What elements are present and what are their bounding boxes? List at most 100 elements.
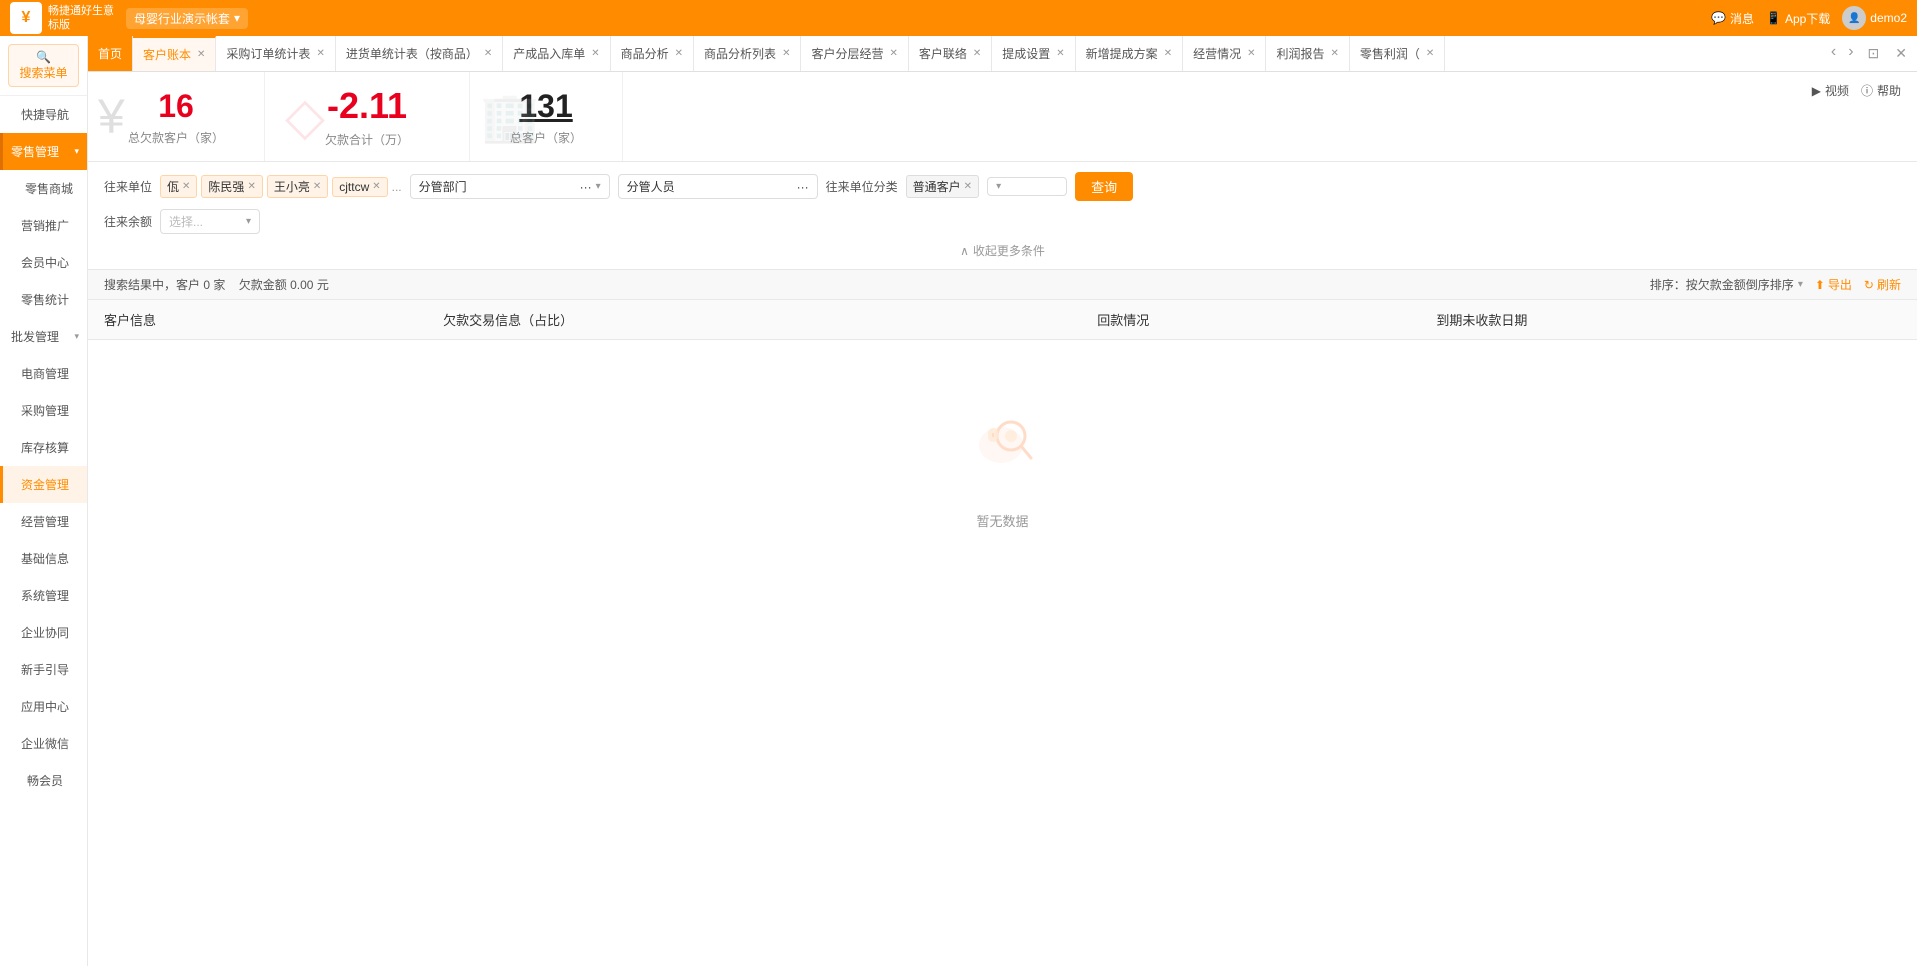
search-menu-label: 搜索菜单 — [14, 64, 73, 81]
sidebar-item-operations[interactable]: 经营管理 — [0, 503, 87, 540]
tab-window-controls: ‹ › ⊡ ✕ — [1827, 43, 1917, 64]
sidebar-item-membership[interactable]: 会员中心 — [0, 244, 87, 281]
filter-branch-dept[interactable]: 分管部门 ··· ▾ — [410, 174, 610, 199]
message-icon: 💬 — [1711, 11, 1726, 25]
tab-close-customer-contact[interactable]: ✕ — [973, 48, 981, 59]
chevron-remaining: ▾ — [246, 216, 251, 227]
stat-icon-yuan: ¥ — [98, 89, 125, 144]
tab-scroll-left[interactable]: ‹ — [1827, 43, 1840, 64]
tab-promotion-settings[interactable]: 提成设置 ✕ — [992, 36, 1075, 71]
tab-purchase-stats[interactable]: 进货单统计表（按商品） ✕ — [336, 36, 503, 71]
filter-dept-more: ··· — [580, 180, 592, 194]
sidebar-item-purchase[interactable]: 采购管理 — [0, 392, 87, 429]
window-restore-btn[interactable]: ⊡ — [1862, 43, 1886, 64]
filter-branch-person[interactable]: 分管人员 ··· — [618, 174, 818, 199]
sidebar-item-system[interactable]: 系统管理 — [0, 577, 87, 614]
filter-tag-chenmq-close[interactable]: ✕ — [247, 181, 255, 192]
tab-close-retail-profit[interactable]: ✕ — [1426, 48, 1434, 59]
result-text: 搜索结果中，客户 0 家 欠款金额 0.00 元 — [104, 276, 329, 293]
sidebar-search-area: 🔍 搜索菜单 — [0, 36, 87, 96]
collapse-filters-btn[interactable]: ∧ 收起更多条件 — [960, 242, 1045, 259]
user-avatar[interactable]: 👤 demo2 — [1842, 6, 1907, 30]
workspace-label: 母婴行业演示帐套 — [134, 10, 230, 27]
sidebar-item-enterprise-coop[interactable]: 企业协同 — [0, 614, 87, 651]
sort-label-text: 排序：按欠款金额倒序排序 — [1650, 276, 1794, 293]
help-btn[interactable]: ⓘ 帮助 — [1861, 82, 1901, 99]
tab-retail-profit[interactable]: 零售利润（ ✕ — [1350, 36, 1445, 71]
tab-customer-tier[interactable]: 客户分层经营 ✕ — [801, 36, 908, 71]
tab-close-profit-report[interactable]: ✕ — [1331, 48, 1339, 59]
tab-close-purchase-orders[interactable]: ✕ — [316, 48, 324, 59]
filter-person-more: ··· — [797, 180, 809, 194]
tab-product-purchase[interactable]: 产成品入库单 ✕ — [503, 36, 610, 71]
sort-chevron: ▾ — [1798, 279, 1803, 290]
sidebar-item-retail[interactable]: 零售管理 ▾ — [0, 133, 87, 170]
tab-bar: 首页 客户账本 ✕ 采购订单统计表 ✕ 进货单统计表（按商品） ✕ 产成品入库单… — [88, 36, 1917, 72]
tab-purchase-orders[interactable]: 采购订单统计表 ✕ — [216, 36, 335, 71]
filter-tag-cjttcw-close[interactable]: ✕ — [372, 181, 380, 192]
sidebar-item-retail-mall[interactable]: 零售商城 — [0, 170, 87, 207]
tab-close-product-analysis[interactable]: ✕ — [675, 48, 683, 59]
tab-new-promo-plan[interactable]: 新增提成方案 ✕ — [1076, 36, 1183, 71]
filter-remaining-select[interactable]: 选择... ▾ — [160, 209, 260, 234]
sidebar-item-basic-info[interactable]: 基础信息 — [0, 540, 87, 577]
tab-close-product-analysis-list[interactable]: ✕ — [782, 48, 790, 59]
refresh-btn[interactable]: ↻ 刷新 — [1864, 276, 1901, 293]
filter-more-btn[interactable]: ... — [392, 180, 402, 194]
help-icon: ⓘ — [1861, 82, 1873, 99]
tab-close-product-purchase[interactable]: ✕ — [591, 48, 599, 59]
query-button[interactable]: 查询 — [1075, 172, 1133, 201]
tab-close-accounts[interactable]: ✕ — [197, 49, 205, 60]
empty-state: 暂无数据 — [88, 340, 1917, 590]
tab-product-analysis[interactable]: 商品分析 ✕ — [611, 36, 694, 71]
filter-tag-cjttcw: cjttcw ✕ — [332, 177, 387, 197]
tab-home[interactable]: 首页 — [88, 36, 133, 71]
sidebar-item-quick-nav[interactable]: 快捷导航 — [0, 96, 87, 133]
sidebar-item-inventory[interactable]: 库存核算 — [0, 429, 87, 466]
app-download-btn[interactable]: 📱 App下载 — [1766, 10, 1830, 27]
tab-close-customer-tier[interactable]: ✕ — [889, 48, 897, 59]
stat-credit-total-label: 欠款合计（万） — [325, 131, 409, 148]
avatar: 👤 — [1842, 6, 1866, 30]
filter-unit-cat-select[interactable]: ▾ — [987, 177, 1067, 196]
export-btn[interactable]: ⬆ 导出 — [1815, 276, 1852, 293]
tab-close-business-status[interactable]: ✕ — [1247, 48, 1255, 59]
video-btn[interactable]: ▶ 视频 — [1812, 82, 1849, 99]
search-menu-btn[interactable]: 🔍 搜索菜单 — [8, 44, 79, 87]
content-area: 首页 客户账本 ✕ 采购订单统计表 ✕ 进货单统计表（按商品） ✕ 产成品入库单… — [88, 36, 1917, 966]
tab-accounts[interactable]: 客户账本 ✕ — [133, 36, 216, 71]
filter-tag-normal-customer-close[interactable]: ✕ — [964, 181, 972, 192]
sidebar-item-app-center[interactable]: 应用中心 — [0, 688, 87, 725]
sidebar-item-ecommerce[interactable]: 电商管理 — [0, 355, 87, 392]
sidebar-item-marketing[interactable]: 营销推广 — [0, 207, 87, 244]
sidebar-item-vip[interactable]: 畅会员 — [0, 762, 87, 799]
filter-tags-area: 佤 ✕ 陈民强 ✕ 王小亮 ✕ cjttcw ✕ — [160, 175, 402, 198]
phone-icon: 📱 — [1766, 11, 1781, 25]
result-bar: 搜索结果中，客户 0 家 欠款金额 0.00 元 排序：按欠款金额倒序排序 ▾ … — [88, 270, 1917, 300]
top-bar: ¥ 畅捷通好生意 标版 母婴行业演示帐套 ▾ 💬 消息 📱 App下载 👤 de… — [0, 0, 1917, 36]
stat-icon-building: 🏢 — [480, 88, 540, 145]
tab-scroll-right[interactable]: › — [1844, 43, 1857, 64]
message-btn[interactable]: 💬 消息 — [1711, 10, 1754, 27]
sidebar: 🔍 搜索菜单 快捷导航 零售管理 ▾ 零售商城 营销推广 会员中心 零售统计 — [0, 36, 88, 966]
tab-business-status[interactable]: 经营情况 ✕ — [1183, 36, 1266, 71]
window-close-btn[interactable]: ✕ — [1889, 43, 1913, 64]
sidebar-item-new-guide[interactable]: 新手引导 — [0, 651, 87, 688]
sort-select[interactable]: 排序：按欠款金额倒序排序 ▾ — [1650, 276, 1803, 293]
stat-total-customers: 🏢 131 总客户（家） — [470, 72, 623, 161]
sidebar-item-retail-stats[interactable]: 零售统计 — [0, 281, 87, 318]
tab-close-promotion-settings[interactable]: ✕ — [1056, 48, 1064, 59]
tab-close-purchase-stats[interactable]: ✕ — [484, 48, 492, 59]
chevron-up-icon: ∧ — [960, 244, 969, 258]
tab-customer-contact[interactable]: 客户联络 ✕ — [909, 36, 992, 71]
tab-close-new-promo-plan[interactable]: ✕ — [1164, 48, 1172, 59]
sidebar-item-wholesale[interactable]: 批发管理 ▾ — [0, 318, 87, 355]
workspace-selector[interactable]: 母婴行业演示帐套 ▾ — [126, 8, 248, 29]
filter-tag-wangxl-close[interactable]: ✕ — [313, 181, 321, 192]
tab-product-analysis-list[interactable]: 商品分析列表 ✕ — [694, 36, 801, 71]
filter-tag-wa-close[interactable]: ✕ — [182, 181, 190, 192]
col-due-date: 到期未收款日期 — [1420, 300, 1917, 340]
sidebar-item-finance[interactable]: 资金管理 — [0, 466, 87, 503]
sidebar-item-enterprise-wechat[interactable]: 企业微信 — [0, 725, 87, 762]
tab-profit-report[interactable]: 利润报告 ✕ — [1266, 36, 1349, 71]
